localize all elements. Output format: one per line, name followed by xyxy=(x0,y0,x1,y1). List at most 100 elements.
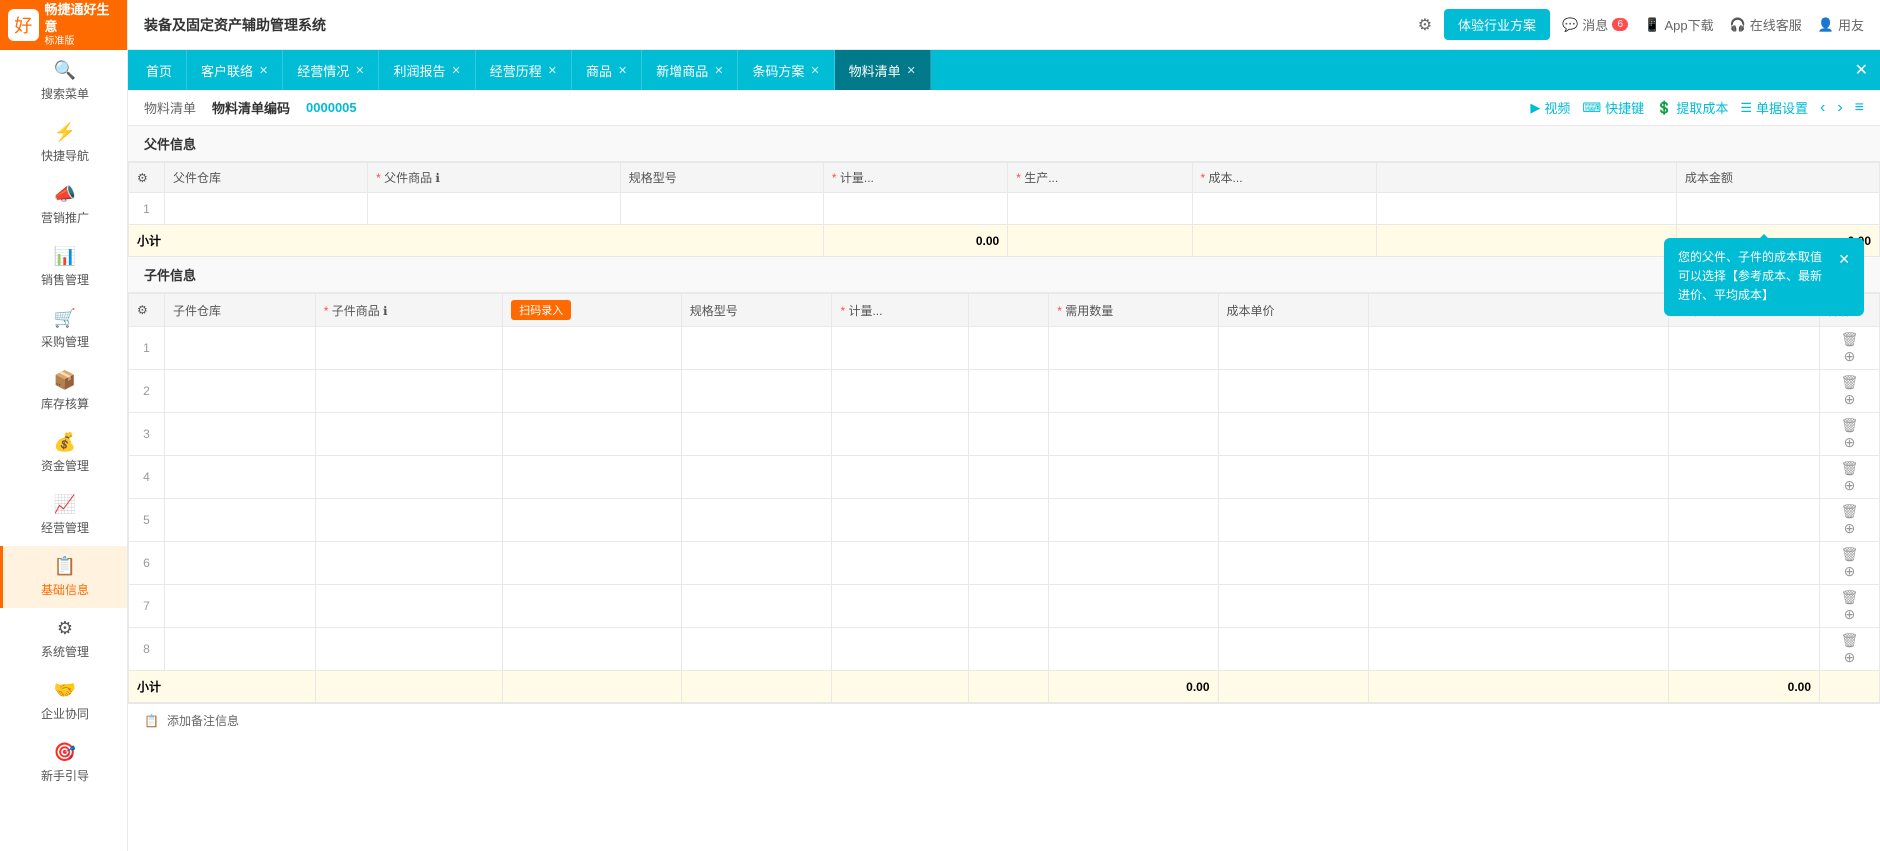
child-unitcost-3[interactable] xyxy=(1218,413,1369,456)
child-spec-6[interactable] xyxy=(681,542,832,585)
child-copy-4[interactable]: ⊕ xyxy=(1840,475,1860,495)
nav-tab-1[interactable]: 客户联络✕ xyxy=(187,50,283,90)
sidebar-item-inventory[interactable]: 📦库存核算 xyxy=(0,360,127,422)
parent-warehouse-cell[interactable] xyxy=(165,193,368,225)
child-scan-7[interactable] xyxy=(503,585,682,628)
parent-product-cell[interactable] xyxy=(368,193,621,225)
child-qty-6[interactable] xyxy=(1049,542,1218,585)
nav-tab-close-4[interactable]: ✕ xyxy=(548,64,557,77)
scan-button[interactable]: 扫码录入 xyxy=(511,300,571,320)
child-scan-2[interactable] xyxy=(503,370,682,413)
child-qty-7[interactable] xyxy=(1049,585,1218,628)
gear-icon[interactable]: ⚙ xyxy=(1418,15,1432,35)
child-spec-5[interactable] xyxy=(681,499,832,542)
nav-tab-close-6[interactable]: ✕ xyxy=(714,64,723,77)
nav-tab-close-7[interactable]: ✕ xyxy=(810,64,819,77)
nav-tab-close-1[interactable]: ✕ xyxy=(259,64,268,77)
child-copy-8[interactable]: ⊕ xyxy=(1840,647,1860,667)
app-download-button[interactable]: 📱 App下载 xyxy=(1644,15,1713,34)
child-spec-8[interactable] xyxy=(681,628,832,671)
cost-action[interactable]: 💲 提取成本 xyxy=(1656,98,1728,117)
parent-produce-cell[interactable] xyxy=(1008,193,1192,225)
child-warehouse-3[interactable] xyxy=(165,413,316,456)
child-scan-4[interactable] xyxy=(503,456,682,499)
child-qty-2[interactable] xyxy=(1049,370,1218,413)
child-unit-2[interactable] xyxy=(832,370,969,413)
online-service-button[interactable]: 🎧 在线客服 xyxy=(1730,15,1802,34)
sidebar-item-operations[interactable]: 📈经营管理 xyxy=(0,484,127,546)
child-unitcost-7[interactable] xyxy=(1218,585,1369,628)
single-action[interactable]: ☰ 单据设置 xyxy=(1740,98,1808,117)
child-unit-1[interactable] xyxy=(832,327,969,370)
child-unit-7[interactable] xyxy=(832,585,969,628)
parent-spec-cell[interactable] xyxy=(620,193,823,225)
sidebar-item-sales[interactable]: 📊销售管理 xyxy=(0,236,127,298)
trial-button[interactable]: 体验行业方案 xyxy=(1444,9,1550,40)
parent-col-gear[interactable]: ⚙ xyxy=(129,163,165,193)
nav-tab-4[interactable]: 经营历程✕ xyxy=(476,50,572,90)
shortcut-action[interactable]: ⌨ 快捷键 xyxy=(1582,98,1644,117)
parent-unit-cell[interactable] xyxy=(823,193,1007,225)
child-qty-1[interactable] xyxy=(1049,327,1218,370)
child-qty-5[interactable] xyxy=(1049,499,1218,542)
child-scan-8[interactable] xyxy=(503,628,682,671)
sidebar-item-purchase[interactable]: 🛒采购管理 xyxy=(0,298,127,360)
child-scan-3[interactable] xyxy=(503,413,682,456)
tooltip-close-button[interactable]: ✕ xyxy=(1838,248,1850,270)
child-product-8[interactable] xyxy=(315,628,503,671)
child-scan-5[interactable] xyxy=(503,499,682,542)
child-warehouse-1[interactable] xyxy=(165,327,316,370)
child-col-gear[interactable]: ⚙ xyxy=(129,294,165,327)
nav-tab-close-5[interactable]: ✕ xyxy=(618,64,627,77)
breadcrumb-parent[interactable]: 物料清单 xyxy=(144,98,196,117)
child-unit-6[interactable] xyxy=(832,542,969,585)
child-copy-7[interactable]: ⊕ xyxy=(1840,604,1860,624)
child-spec-4[interactable] xyxy=(681,456,832,499)
child-qty-8[interactable] xyxy=(1049,628,1218,671)
child-qty-3[interactable] xyxy=(1049,413,1218,456)
nav-tab-5[interactable]: 商品✕ xyxy=(572,50,642,90)
child-product-1[interactable] xyxy=(315,327,503,370)
sidebar-item-marketing[interactable]: 📣营销推广 xyxy=(0,174,127,236)
parent-costtype-cell[interactable] xyxy=(1192,193,1376,225)
nav-tab-2[interactable]: 经营情况✕ xyxy=(283,50,379,90)
child-unitcost-2[interactable] xyxy=(1218,370,1369,413)
nav-tab-close-2[interactable]: ✕ xyxy=(355,64,364,77)
child-unit-4[interactable] xyxy=(832,456,969,499)
nav-tab-3[interactable]: 利润报告✕ xyxy=(379,50,475,90)
child-spec-7[interactable] xyxy=(681,585,832,628)
child-spec-2[interactable] xyxy=(681,370,832,413)
child-unit-8[interactable] xyxy=(832,628,969,671)
nav-tab-8[interactable]: 物料清单✕ xyxy=(835,50,931,90)
sidebar-item-finance[interactable]: 💰资金管理 xyxy=(0,422,127,484)
user-button[interactable]: 👤 用友 xyxy=(1818,15,1864,34)
child-unit-5[interactable] xyxy=(832,499,969,542)
child-warehouse-5[interactable] xyxy=(165,499,316,542)
child-warehouse-6[interactable] xyxy=(165,542,316,585)
child-unitcost-6[interactable] xyxy=(1218,542,1369,585)
sidebar-item-system[interactable]: ⚙系统管理 xyxy=(0,608,127,670)
child-product-3[interactable] xyxy=(315,413,503,456)
child-unit-3[interactable] xyxy=(832,413,969,456)
sidebar-item-guide[interactable]: 🎯新手引导 xyxy=(0,732,127,794)
nav-prev-button[interactable]: ‹ xyxy=(1820,99,1825,117)
child-copy-2[interactable]: ⊕ xyxy=(1840,389,1860,409)
child-scan-1[interactable] xyxy=(503,327,682,370)
child-product-5[interactable] xyxy=(315,499,503,542)
sidebar-item-basic[interactable]: 📋基础信息 xyxy=(0,546,127,608)
child-unitcost-4[interactable] xyxy=(1218,456,1369,499)
child-warehouse-4[interactable] xyxy=(165,456,316,499)
child-scan-6[interactable] xyxy=(503,542,682,585)
nav-tab-6[interactable]: 新增商品✕ xyxy=(642,50,738,90)
nav-next-button[interactable]: › xyxy=(1837,99,1842,117)
child-product-2[interactable] xyxy=(315,370,503,413)
child-spec-3[interactable] xyxy=(681,413,832,456)
child-unitcost-1[interactable] xyxy=(1218,327,1369,370)
child-product-4[interactable] xyxy=(315,456,503,499)
child-spec-1[interactable] xyxy=(681,327,832,370)
child-warehouse-8[interactable] xyxy=(165,628,316,671)
sidebar-item-enterprise[interactable]: 🤝企业协同 xyxy=(0,670,127,732)
child-warehouse-2[interactable] xyxy=(165,370,316,413)
sidebar-item-quick[interactable]: ⚡快捷导航 xyxy=(0,112,127,174)
child-copy-3[interactable]: ⊕ xyxy=(1840,432,1860,452)
